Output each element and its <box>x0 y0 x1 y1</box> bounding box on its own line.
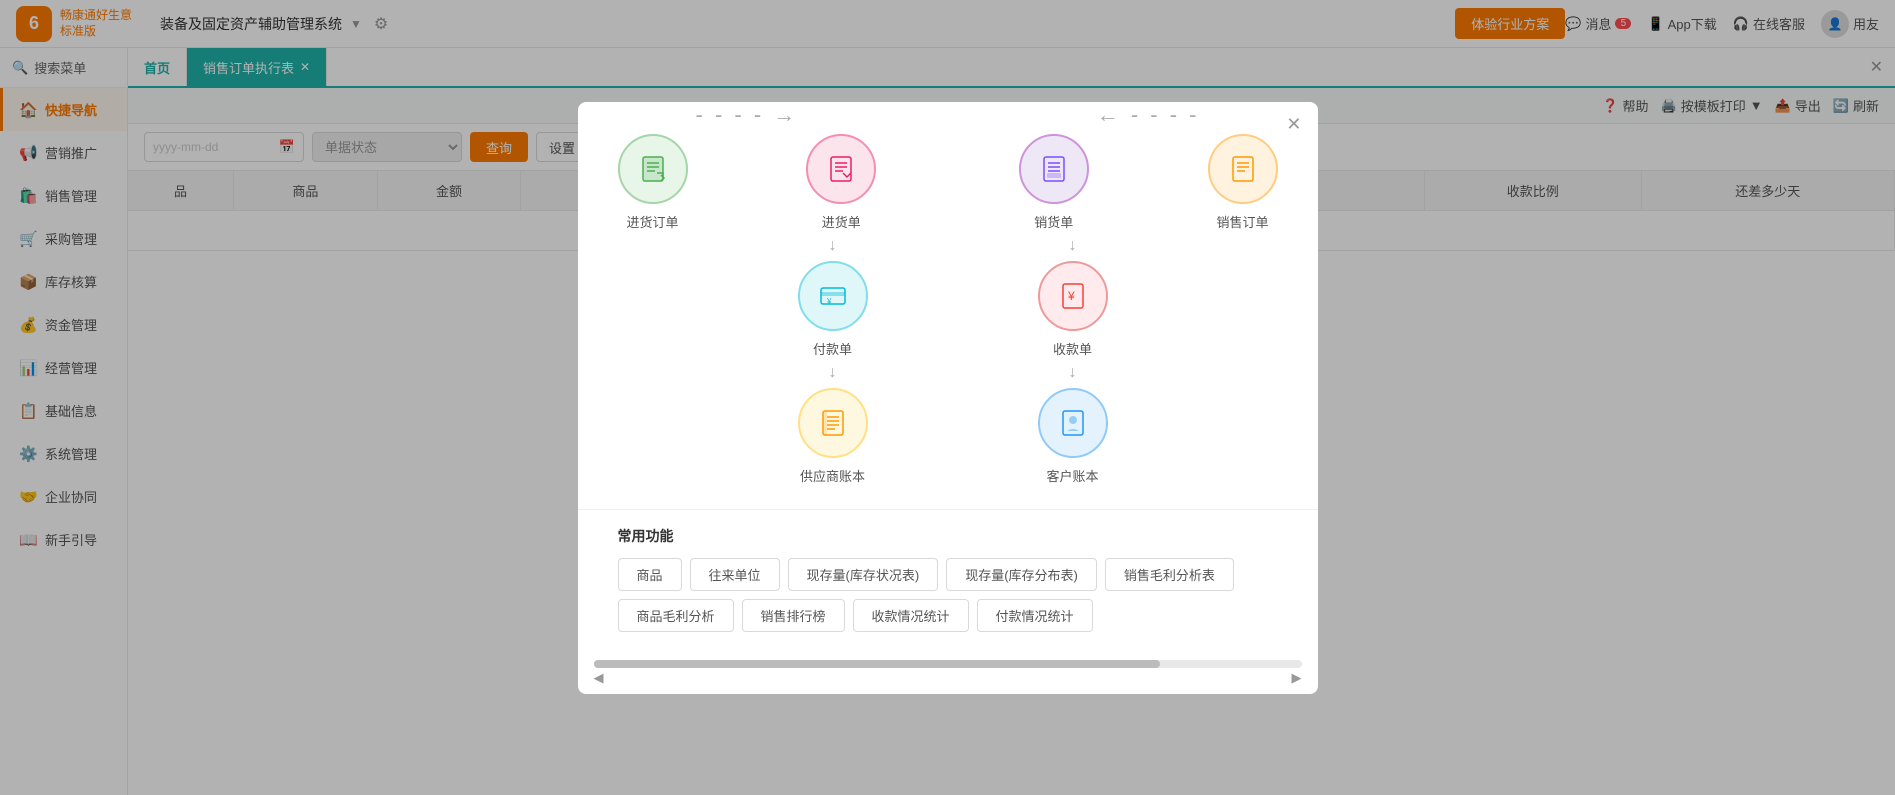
purchase-bill-icon <box>806 134 876 204</box>
customer-ledger-label: 客户账本 <box>1046 466 1098 485</box>
common-btn-payment-stats[interactable]: 付款情况统计 <box>977 599 1093 632</box>
common-btn-partner[interactable]: 往来单位 <box>690 558 780 591</box>
modal-close-button[interactable]: ✕ <box>1286 114 1301 135</box>
common-btn-stock-status[interactable]: 现存量(库存状况表) <box>788 558 939 591</box>
common-btn-sales-ranking[interactable]: 销售排行榜 <box>742 599 845 632</box>
purchase-bill-label: 进货单 <box>822 212 861 231</box>
purchase-order-label: 进货订单 <box>626 212 678 231</box>
flow-section: 进货订单 - - - - → <box>578 102 1318 509</box>
scroll-right-arrow[interactable]: ▶ <box>1292 670 1302 686</box>
modal-overlay[interactable]: ✕ <box>0 0 1895 795</box>
modal-scrollbar[interactable]: ◀ ▶ <box>578 656 1318 694</box>
common-buttons: 商品 往来单位 现存量(库存状况表) 现存量(库存分布表) 销售毛利分析表 商品… <box>618 558 1278 632</box>
flow-node-purchase-bill[interactable]: 进货单 <box>806 134 876 231</box>
receipt-icon: ¥ <box>1038 261 1108 331</box>
common-btn-product-margin[interactable]: 商品毛利分析 <box>618 599 734 632</box>
flow-node-sales-bill[interactable]: 销货单 <box>1019 134 1089 231</box>
supplier-ledger-icon <box>798 388 868 458</box>
quick-nav-modal: ✕ <box>578 102 1318 694</box>
receipt-label: 收款单 <box>1053 339 1092 358</box>
common-btn-sales-margin[interactable]: 销售毛利分析表 <box>1105 558 1234 591</box>
common-btn-receipt-stats[interactable]: 收款情况统计 <box>853 599 969 632</box>
payment-label: 付款单 <box>813 339 852 358</box>
flow-node-purchase-order[interactable]: 进货订单 <box>618 134 688 231</box>
app-wrapper: 6 畅康通好生意 标准版 装备及固定资产辅助管理系统 ▼ ⚙ 体验行业方案 💬 … <box>0 0 1895 795</box>
scroll-thumb[interactable] <box>594 660 1160 668</box>
common-section: 常用功能 商品 往来单位 现存量(库存状况表) 现存量(库存分布表) 销售毛利分… <box>578 509 1318 656</box>
sales-order-icon <box>1208 134 1278 204</box>
common-btn-product[interactable]: 商品 <box>618 558 682 591</box>
sales-bill-icon <box>1019 134 1089 204</box>
flow-node-customer-ledger[interactable]: 客户账本 <box>1038 388 1108 485</box>
scroll-track[interactable] <box>594 660 1302 668</box>
svg-text:¥: ¥ <box>1067 289 1075 303</box>
purchase-order-icon <box>618 134 688 204</box>
payment-icon: ¥ <box>798 261 868 331</box>
flow-node-supplier-ledger[interactable]: 供应商账本 <box>798 388 868 485</box>
arrow-purchase-order-to-bill: - - - - → <box>688 118 807 128</box>
customer-ledger-icon <box>1038 388 1108 458</box>
common-title: 常用功能 <box>618 526 1278 546</box>
flow-node-sales-order[interactable]: 销售订单 <box>1208 134 1278 231</box>
sales-bill-label: 销货单 <box>1034 212 1073 231</box>
supplier-ledger-label: 供应商账本 <box>800 466 865 485</box>
sales-order-label: 销售订单 <box>1216 212 1268 231</box>
arrow-down-payment: ↓ <box>798 358 868 388</box>
arrow-down-sales: ↓ <box>1038 231 1108 261</box>
common-btn-stock-dist[interactable]: 现存量(库存分布表) <box>946 558 1097 591</box>
scroll-left-arrow[interactable]: ◀ <box>594 670 604 686</box>
svg-text:¥: ¥ <box>826 297 832 306</box>
arrow-down-receipt: ↓ <box>1038 358 1108 388</box>
flow-node-payment[interactable]: ¥ 付款单 <box>798 261 868 358</box>
flow-node-receipt[interactable]: ¥ 收款单 <box>1038 261 1108 358</box>
arrow-sales-order-to-bill: ← - - - - <box>1089 118 1208 128</box>
arrow-down-purchase: ↓ <box>798 231 868 261</box>
